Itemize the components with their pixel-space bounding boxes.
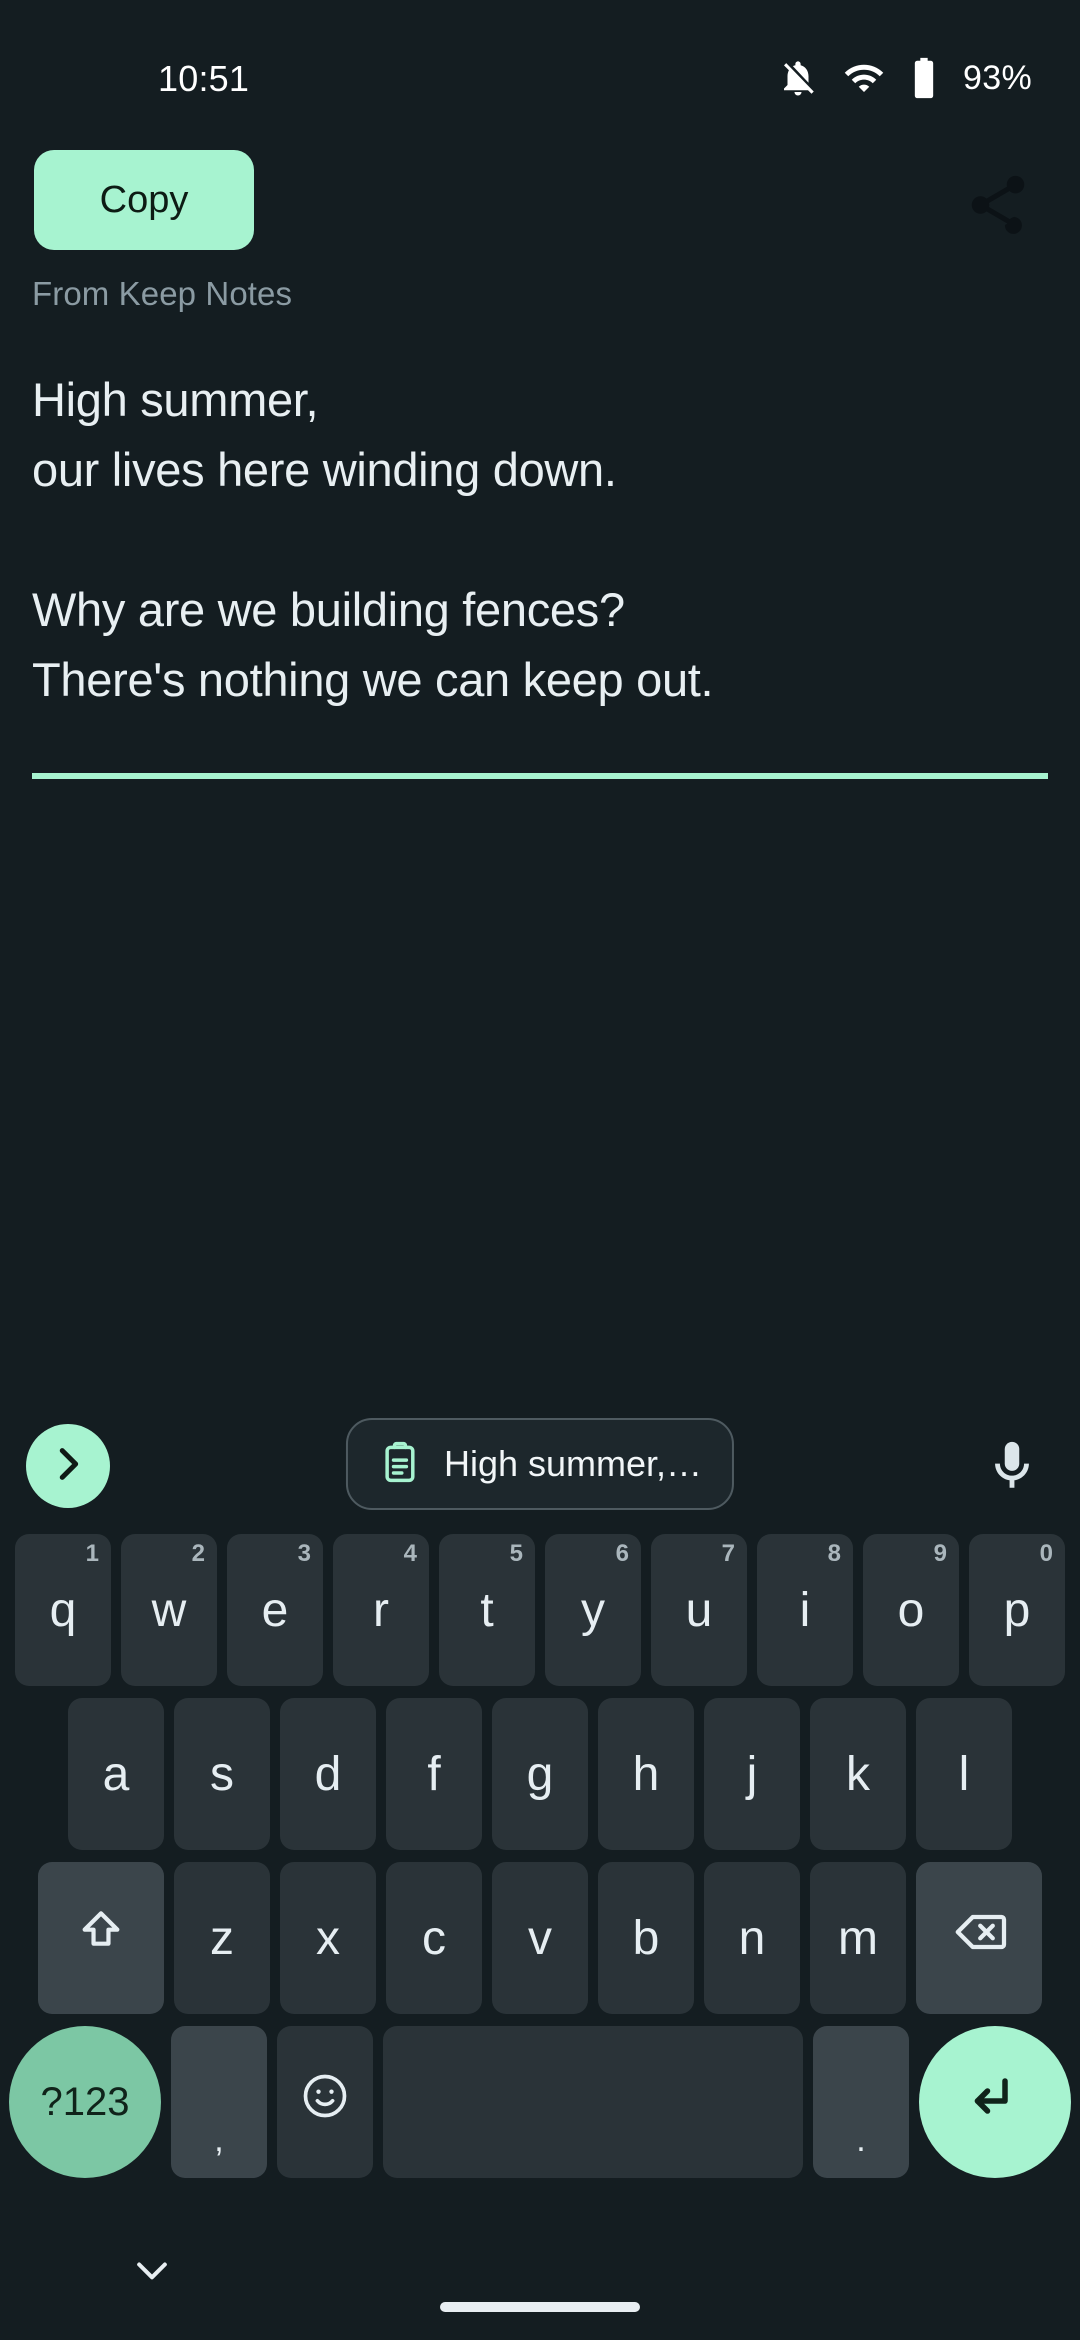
key-n[interactable]: n (704, 1862, 800, 2014)
key-m[interactable]: m (810, 1862, 906, 2014)
key-e-label: e (261, 1583, 289, 1637)
note-content-area: From Keep Notes High summer, our lives h… (0, 275, 1080, 779)
comma-key-label: , (214, 2121, 224, 2159)
enter-icon (965, 2066, 1025, 2138)
key-q[interactable]: 1q (15, 1534, 111, 1686)
clipboard-suggestion-chip[interactable]: High summer,… (345, 1418, 735, 1510)
key-w-number: 2 (191, 1540, 205, 1567)
on-screen-keyboard: 1q 2w 3e 4r 5t 6y 7u 8i 9o 0p a s d f g … (0, 1526, 1080, 2190)
hide-keyboard-button[interactable] (122, 2248, 182, 2296)
key-b[interactable]: b (598, 1862, 694, 2014)
navigation-bar (0, 2190, 1080, 2340)
key-e[interactable]: 3e (227, 1534, 323, 1686)
key-x[interactable]: x (280, 1862, 376, 2014)
key-w-label: w (151, 1583, 187, 1637)
key-l[interactable]: l (916, 1698, 1012, 1850)
shift-key[interactable] (38, 1862, 164, 2014)
key-e-number: 3 (297, 1540, 311, 1567)
key-t-label: t (480, 1583, 494, 1637)
key-o[interactable]: 9o (863, 1534, 959, 1686)
keyboard-row-1: 1q 2w 3e 4r 5t 6y 7u 8i 9o 0p (0, 1534, 1080, 1686)
period-key-label: . (856, 2121, 866, 2159)
key-u-number: 7 (721, 1540, 735, 1567)
keyboard-row-4: ?123 , . (0, 2026, 1080, 2178)
share-icon[interactable] (958, 165, 1038, 245)
key-h[interactable]: h (598, 1698, 694, 1850)
key-o-number: 9 (933, 1540, 947, 1567)
key-r-number: 4 (403, 1540, 417, 1567)
comma-key[interactable]: , (171, 2026, 267, 2178)
key-d[interactable]: d (280, 1698, 376, 1850)
emoji-key[interactable] (277, 2026, 373, 2178)
keyboard-row-2: a s d f g h j k l (0, 1698, 1080, 1850)
app-bar: Copy (0, 125, 1080, 275)
symbols-key[interactable]: ?123 (9, 2026, 161, 2178)
clipboard-icon (378, 1440, 422, 1489)
key-j[interactable]: j (704, 1698, 800, 1850)
key-s[interactable]: s (174, 1698, 270, 1850)
key-u[interactable]: 7u (651, 1534, 747, 1686)
notifications-off-icon (777, 57, 819, 99)
emoji-icon (299, 2070, 351, 2134)
backspace-key[interactable] (916, 1862, 1042, 2014)
status-bar: 10:51 93% (0, 0, 1080, 125)
period-key[interactable]: . (813, 2026, 909, 2178)
key-p-label: p (1003, 1583, 1031, 1637)
enter-key[interactable] (919, 2026, 1071, 2178)
key-z[interactable]: z (174, 1862, 270, 2014)
key-y-label: y (581, 1583, 605, 1637)
microphone-icon[interactable] (974, 1428, 1050, 1504)
wifi-icon (843, 57, 885, 99)
backspace-icon (949, 1902, 1009, 1974)
battery-icon (909, 56, 939, 100)
keyboard-row-3: z x c v b n m (0, 1862, 1080, 2014)
key-q-number: 1 (85, 1540, 99, 1567)
shift-icon (73, 1904, 129, 1972)
key-v[interactable]: v (492, 1862, 588, 2014)
key-f[interactable]: f (386, 1698, 482, 1850)
chevron-down-icon (130, 2255, 174, 2290)
key-a[interactable]: a (68, 1698, 164, 1850)
note-source-label: From Keep Notes (32, 275, 293, 312)
status-clock: 10:51 (158, 58, 250, 99)
home-indicator[interactable] (440, 2302, 640, 2312)
key-p-number: 0 (1039, 1540, 1053, 1567)
key-u-label: u (685, 1583, 713, 1637)
phone-screen: 10:51 93% Copy From Keep Notes High summ… (0, 0, 1080, 2340)
key-w[interactable]: 2w (121, 1534, 217, 1686)
space-key[interactable] (383, 2026, 803, 2178)
chevron-right-icon (45, 1441, 91, 1492)
key-g[interactable]: g (492, 1698, 588, 1850)
keyboard-suggestion-strip: High summer,… (0, 1406, 1080, 1526)
expand-toolbar-button[interactable] (26, 1424, 110, 1508)
key-o-label: o (897, 1583, 925, 1637)
status-icons: 93% (777, 56, 1032, 100)
key-i-number: 8 (827, 1540, 841, 1567)
key-i-label: i (799, 1583, 811, 1637)
key-i[interactable]: 8i (757, 1534, 853, 1686)
note-focus-underline (32, 773, 1048, 779)
key-y[interactable]: 6y (545, 1534, 641, 1686)
key-p[interactable]: 0p (969, 1534, 1065, 1686)
key-q-label: q (49, 1583, 77, 1637)
clipboard-suggestion-text: High summer,… (443, 1443, 703, 1484)
key-t-number: 5 (509, 1540, 523, 1567)
key-k[interactable]: k (810, 1698, 906, 1850)
key-y-number: 6 (615, 1540, 629, 1567)
note-body-text[interactable]: High summer, our lives here winding down… (32, 365, 1048, 715)
key-t[interactable]: 5t (439, 1534, 535, 1686)
key-r[interactable]: 4r (333, 1534, 429, 1686)
battery-percent-label: 93% (963, 58, 1032, 97)
key-r-label: r (373, 1583, 389, 1637)
key-c[interactable]: c (386, 1862, 482, 2014)
copy-button[interactable]: Copy (34, 150, 254, 250)
